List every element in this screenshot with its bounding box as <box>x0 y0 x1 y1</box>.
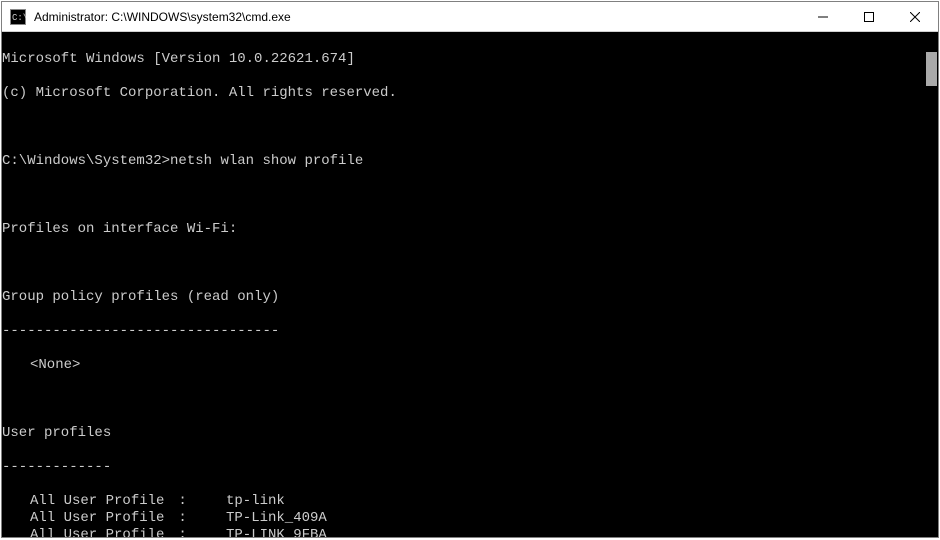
prompt-command: netsh wlan show profile <box>170 153 363 169</box>
banner-line: Microsoft Windows [Version 10.0.22621.67… <box>2 51 938 68</box>
blank-line <box>2 255 938 272</box>
prompt-path: C:\Windows\System32> <box>2 153 170 169</box>
scrollbar-track[interactable] <box>924 32 938 537</box>
minimize-button[interactable] <box>800 2 846 31</box>
close-button[interactable] <box>892 2 938 31</box>
maximize-button[interactable] <box>846 2 892 31</box>
profile-row: All User Profile : TP-LINK_9FBA <box>2 527 938 537</box>
blank-line <box>2 187 938 204</box>
minimize-icon <box>818 12 828 22</box>
scrollbar-thumb[interactable] <box>926 52 937 86</box>
group-none: <None> <box>2 357 938 374</box>
cmd-icon: C:\ <box>10 9 26 25</box>
terminal-output[interactable]: Microsoft Windows [Version 10.0.22621.67… <box>2 32 938 537</box>
profile-row: All User Profile : TP-Link_409A <box>2 510 938 527</box>
blank-line <box>2 119 938 136</box>
profile-label: All User Profile <box>30 510 170 527</box>
profile-separator: : <box>170 493 226 510</box>
close-icon <box>910 12 920 22</box>
section-header: Profiles on interface Wi-Fi: <box>2 221 938 238</box>
window-title: Administrator: C:\WINDOWS\system32\cmd.e… <box>34 10 800 24</box>
svg-text:C:\: C:\ <box>12 13 26 23</box>
profile-name: TP-Link_409A <box>226 510 327 527</box>
titlebar[interactable]: C:\ Administrator: C:\WINDOWS\system32\c… <box>2 2 938 32</box>
profile-separator: : <box>170 510 226 527</box>
maximize-icon <box>864 12 874 22</box>
profile-name: TP-LINK_9FBA <box>226 527 327 537</box>
profile-name: tp-link <box>226 493 285 510</box>
window-controls <box>800 2 938 31</box>
section-header: Group policy profiles (read only) <box>2 289 938 306</box>
terminal-area: Microsoft Windows [Version 10.0.22621.67… <box>2 32 938 537</box>
prompt-line: C:\Windows\System32>netsh wlan show prof… <box>2 153 938 170</box>
divider-line: ------------- <box>2 459 938 476</box>
profile-row: All User Profile : tp-link <box>2 493 938 510</box>
blank-line <box>2 391 938 408</box>
profile-label: All User Profile <box>30 493 170 510</box>
section-header: User profiles <box>2 425 938 442</box>
profile-separator: : <box>170 527 226 537</box>
profile-label: All User Profile <box>30 527 170 537</box>
cmd-window: C:\ Administrator: C:\WINDOWS\system32\c… <box>1 1 939 538</box>
banner-line: (c) Microsoft Corporation. All rights re… <box>2 85 938 102</box>
profiles-list: All User Profile : tp-linkAll User Profi… <box>2 493 938 537</box>
divider-line: --------------------------------- <box>2 323 938 340</box>
